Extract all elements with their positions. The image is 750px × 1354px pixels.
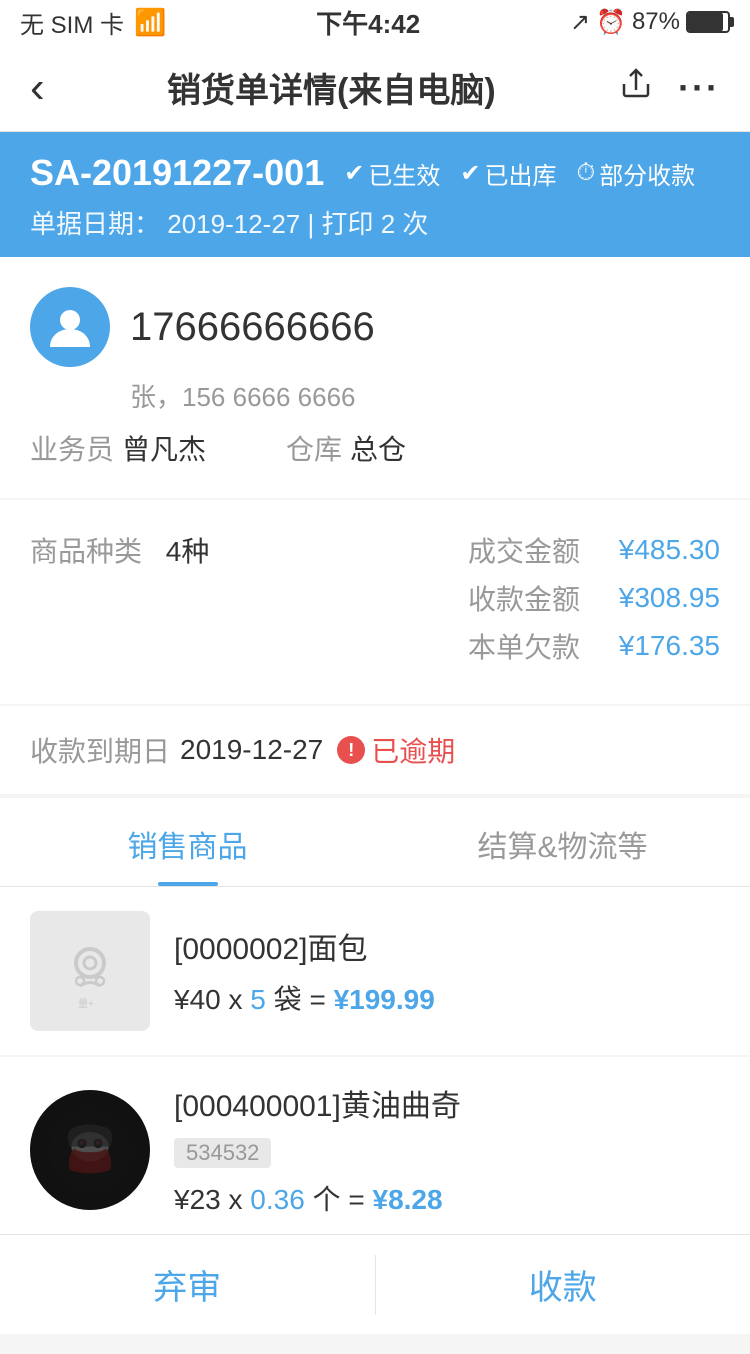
header-banner: SA-20191227-001 ✔ 已生效 ✔ 已出库 ⏱ 部分收款 单据日期：… [0,132,750,257]
product-types-value: 4种 [166,536,210,567]
product-item: 量+ [0000002]面包 ¥40 x 5 袋 = ¥199.99 [0,887,750,1055]
customer-account-id: 17666666666 [130,305,375,350]
customer-name-phone: 张，156 6666 6666 [30,377,720,414]
battery-icon [686,11,730,33]
share-button[interactable] [618,66,654,110]
product-badge: 534532 [174,1138,271,1168]
debt-row: 本单欠款 ¥176.35 [468,626,720,666]
debt-amount: ¥176.35 [600,630,720,662]
received-row: 收款金额 ¥308.95 [468,578,720,618]
due-date-label: 收款到期日 [30,730,170,770]
order-id-text: SA-20191227-001 [30,152,324,194]
product-types: 商品种类 4种 [30,530,209,570]
debt-label: 本单欠款 [468,626,580,666]
back-button[interactable]: ‹ [30,63,45,113]
customer-top: 17666666666 [30,287,720,367]
received-label: 收款金额 [468,578,580,618]
status-bar-time: 下午4:42 [316,4,420,41]
received-amount: ¥308.95 [600,582,720,614]
order-id-row: SA-20191227-001 ✔ 已生效 ✔ 已出库 ⏱ 部分收款 [30,152,720,194]
carrier-text: 无 SIM 卡 [20,5,124,40]
avatar [30,287,110,367]
transaction-row: 成交金额 ¥485.30 [468,530,720,570]
transaction-amount: ¥485.30 [600,534,720,566]
sales-rep-label: 业务员 [30,428,114,468]
product-qty: 5 [250,984,266,1015]
order-date-row: 单据日期： 2019-12-27 | 打印 2 次 [30,204,720,241]
tabs-bar[interactable]: 销售商品 结算&物流等 [0,798,750,887]
product-qty: 0.36 [250,1184,305,1215]
product-price: ¥40 x 5 袋 = ¥199.99 [174,978,720,1018]
nav-left[interactable]: ‹ [30,63,45,113]
clock-icon: ⏱ [576,159,595,187]
check-icon-2: ✔ [460,159,480,188]
check-icon-1: ✔ [344,159,364,188]
more-button[interactable]: ··· [678,67,720,109]
tab-settlement[interactable]: 结算&物流等 [375,798,750,886]
product-price: ¥23 x 0.36 个 = ¥8.28 [174,1178,720,1218]
alarm-icon: ⏰ [596,8,626,37]
battery-percentage: 87% [632,8,680,36]
warehouse-item: 仓库 总仓 [286,428,406,468]
nav-right[interactable]: ··· [618,66,720,110]
sales-rep-value: 曾凡杰 [122,428,206,468]
tab-sales-products[interactable]: 销售商品 [0,798,375,886]
sales-rep-item: 业务员 曾凡杰 [30,428,206,468]
svg-text:量+: 量+ [78,998,94,1010]
warehouse-label: 仓库 [286,428,342,468]
status-bar-left: 无 SIM 卡 📶 [20,5,166,40]
nav-bar: ‹ 销货单详情(来自电脑) ··· [0,44,750,132]
overdue-badge: ! 已逾期 [337,730,455,770]
product-total: ¥8.28 [373,1184,443,1215]
product-item: [000400001]黄油曲奇 534532 ¥23 x 0.36 个 = ¥8… [0,1057,750,1242]
product-info: [000400001]黄油曲奇 534532 ¥23 x 0.36 个 = ¥8… [174,1081,720,1218]
product-name: [000400001]黄油曲奇 [174,1081,720,1125]
status-badge-shipped: ✔ 已出库 [460,156,556,191]
bottom-bar[interactable]: 弃审 收款 [0,1234,750,1334]
product-types-label: 商品种类 [30,536,142,567]
status-badge-partial: ⏱ 部分收款 [576,156,695,191]
product-total: ¥199.99 [334,984,435,1015]
customer-section: 17666666666 张，156 6666 6666 业务员 曾凡杰 仓库 总… [0,257,750,498]
due-date-section: 收款到期日 2019-12-27 ! 已逾期 [0,706,750,794]
warehouse-value: 总仓 [350,428,406,468]
customer-meta: 业务员 曾凡杰 仓库 总仓 [30,428,720,468]
status-badge-active: ✔ 已生效 [344,156,440,191]
stats-section: 商品种类 4种 成交金额 ¥485.30 收款金额 ¥308.95 本单欠款 ¥… [0,500,750,704]
transaction-label: 成交金额 [468,530,580,570]
product-info: [0000002]面包 ¥40 x 5 袋 = ¥199.99 [174,924,720,1018]
due-date-value: 2019-12-27 [180,734,323,766]
product-thumbnail: 量+ [30,911,150,1031]
status-bar: 无 SIM 卡 📶 下午4:42 ↗ ⏰ 87% [0,0,750,44]
confirm-payment-button[interactable]: 收款 [376,1235,750,1334]
product-thumbnail [30,1090,150,1210]
status-bar-right: ↗ ⏰ 87% [570,8,730,37]
overdue-icon: ! [337,736,365,764]
cancel-button[interactable]: 弃审 [0,1235,375,1334]
wifi-icon: 📶 [134,7,166,38]
stats-right: 成交金额 ¥485.30 收款金额 ¥308.95 本单欠款 ¥176.35 [468,530,720,674]
overdue-text: 已逾期 [371,730,455,770]
page-title: 销货单详情(来自电脑) [167,63,496,112]
location-icon: ↗ [570,8,590,37]
product-name: [0000002]面包 [174,924,720,968]
